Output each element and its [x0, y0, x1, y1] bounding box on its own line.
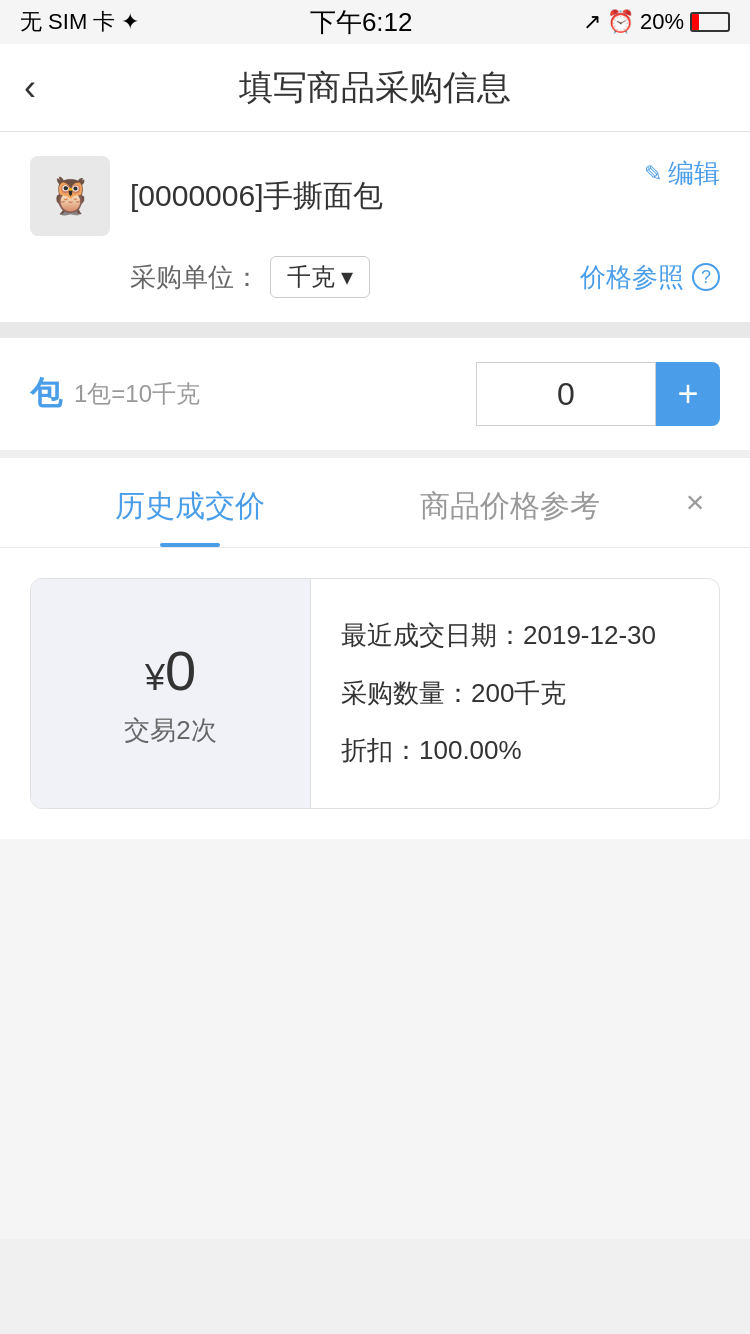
- quantity-unit: 包: [30, 372, 62, 416]
- product-icon: 🦉: [48, 175, 93, 217]
- quantity-conversion: 1包=10千克: [74, 378, 200, 410]
- product-header: 🦉 [0000006]手撕面包 ✎ 编辑: [30, 156, 720, 236]
- price-card-summary: ¥0 交易2次: [31, 579, 311, 808]
- price-value: 0: [165, 639, 196, 702]
- price-detail-quantity: 采购数量：200千克: [341, 673, 689, 715]
- tab-history-price-label: 历史成交价: [115, 489, 265, 522]
- nav-bar: ‹ 填写商品采购信息: [0, 44, 750, 132]
- tabs-section: 历史成交价 商品价格参考 × ¥0 交易2次 最近成交日期：2019-12-30…: [0, 458, 750, 839]
- help-icon: ?: [692, 263, 720, 291]
- purchase-unit-label: 采购单位：: [130, 260, 260, 295]
- battery-percent: 20%: [640, 9, 684, 35]
- status-left: 无 SIM 卡 ✦: [20, 7, 139, 37]
- quantity-plus-button[interactable]: +: [656, 362, 720, 426]
- price-detail-discount: 折扣：100.00%: [341, 730, 689, 772]
- page-title: 填写商品采购信息: [239, 65, 511, 111]
- bottom-area: [0, 839, 750, 1239]
- alarm-icon: ⏰: [607, 9, 634, 35]
- tab-product-price-ref[interactable]: 商品价格参考: [350, 458, 670, 547]
- date-value: 2019-12-30: [523, 620, 656, 650]
- purchase-unit: 采购单位： 千克 ▾: [130, 256, 370, 298]
- back-button[interactable]: ‹: [24, 67, 36, 109]
- price-detail-date: 最近成交日期：2019-12-30: [341, 615, 689, 657]
- tab-history-price[interactable]: 历史成交价: [30, 458, 350, 547]
- sim-status: 无 SIM 卡 ✦: [20, 7, 139, 37]
- product-section: 🦉 [0000006]手撕面包 ✎ 编辑 采购单位： 千克 ▾ 价格参照 ?: [0, 132, 750, 322]
- section-divider: [0, 322, 750, 338]
- tab-product-price-ref-label: 商品价格参考: [420, 489, 600, 522]
- edit-label: 编辑: [668, 156, 720, 191]
- quantity-label: 包 1包=10千克: [30, 372, 200, 416]
- price-reference-button[interactable]: 价格参照 ?: [580, 260, 720, 295]
- status-bar: 无 SIM 卡 ✦ 下午6:12 ↗ ⏰ 20%: [0, 0, 750, 44]
- date-label: 最近成交日期：: [341, 620, 523, 650]
- quantity-row: 包 1包=10千克 +: [0, 338, 750, 450]
- qty-value: 200千克: [471, 678, 566, 708]
- price-card-details: 最近成交日期：2019-12-30 采购数量：200千克 折扣：100.00%: [311, 579, 719, 808]
- price-ref-label: 价格参照: [580, 260, 684, 295]
- unit-select-dropdown[interactable]: 千克 ▾: [270, 256, 370, 298]
- price-amount-display: ¥0: [145, 638, 196, 703]
- product-meta: 采购单位： 千克 ▾ 价格参照 ?: [130, 256, 720, 298]
- product-name: [0000006]手撕面包: [130, 175, 383, 217]
- edit-button[interactable]: ✎ 编辑: [644, 156, 720, 191]
- edit-icon: ✎: [644, 161, 662, 187]
- currency-symbol: ¥: [145, 657, 165, 698]
- qty-label: 采购数量：: [341, 678, 471, 708]
- battery-icon: [690, 12, 730, 32]
- product-left: 🦉 [0000006]手撕面包: [30, 156, 383, 236]
- price-cards: ¥0 交易2次 最近成交日期：2019-12-30 采购数量：200千克 折扣：…: [0, 548, 750, 839]
- product-thumbnail: 🦉: [30, 156, 110, 236]
- dropdown-arrow-icon: ▾: [341, 263, 353, 291]
- location-icon: ↗: [583, 9, 601, 35]
- discount-label: 折扣：: [341, 735, 419, 765]
- quantity-input-group: +: [476, 362, 720, 426]
- transaction-count: 交易2次: [124, 713, 216, 748]
- status-time: 下午6:12: [310, 5, 413, 40]
- status-right: ↗ ⏰ 20%: [583, 9, 730, 35]
- unit-value: 千克: [287, 261, 335, 293]
- tabs-header: 历史成交价 商品价格参考 ×: [0, 458, 750, 548]
- quantity-input[interactable]: [476, 362, 656, 426]
- price-card: ¥0 交易2次 最近成交日期：2019-12-30 采购数量：200千克 折扣：…: [30, 578, 720, 809]
- discount-value: 100.00%: [419, 735, 522, 765]
- tab-close-button[interactable]: ×: [670, 478, 720, 528]
